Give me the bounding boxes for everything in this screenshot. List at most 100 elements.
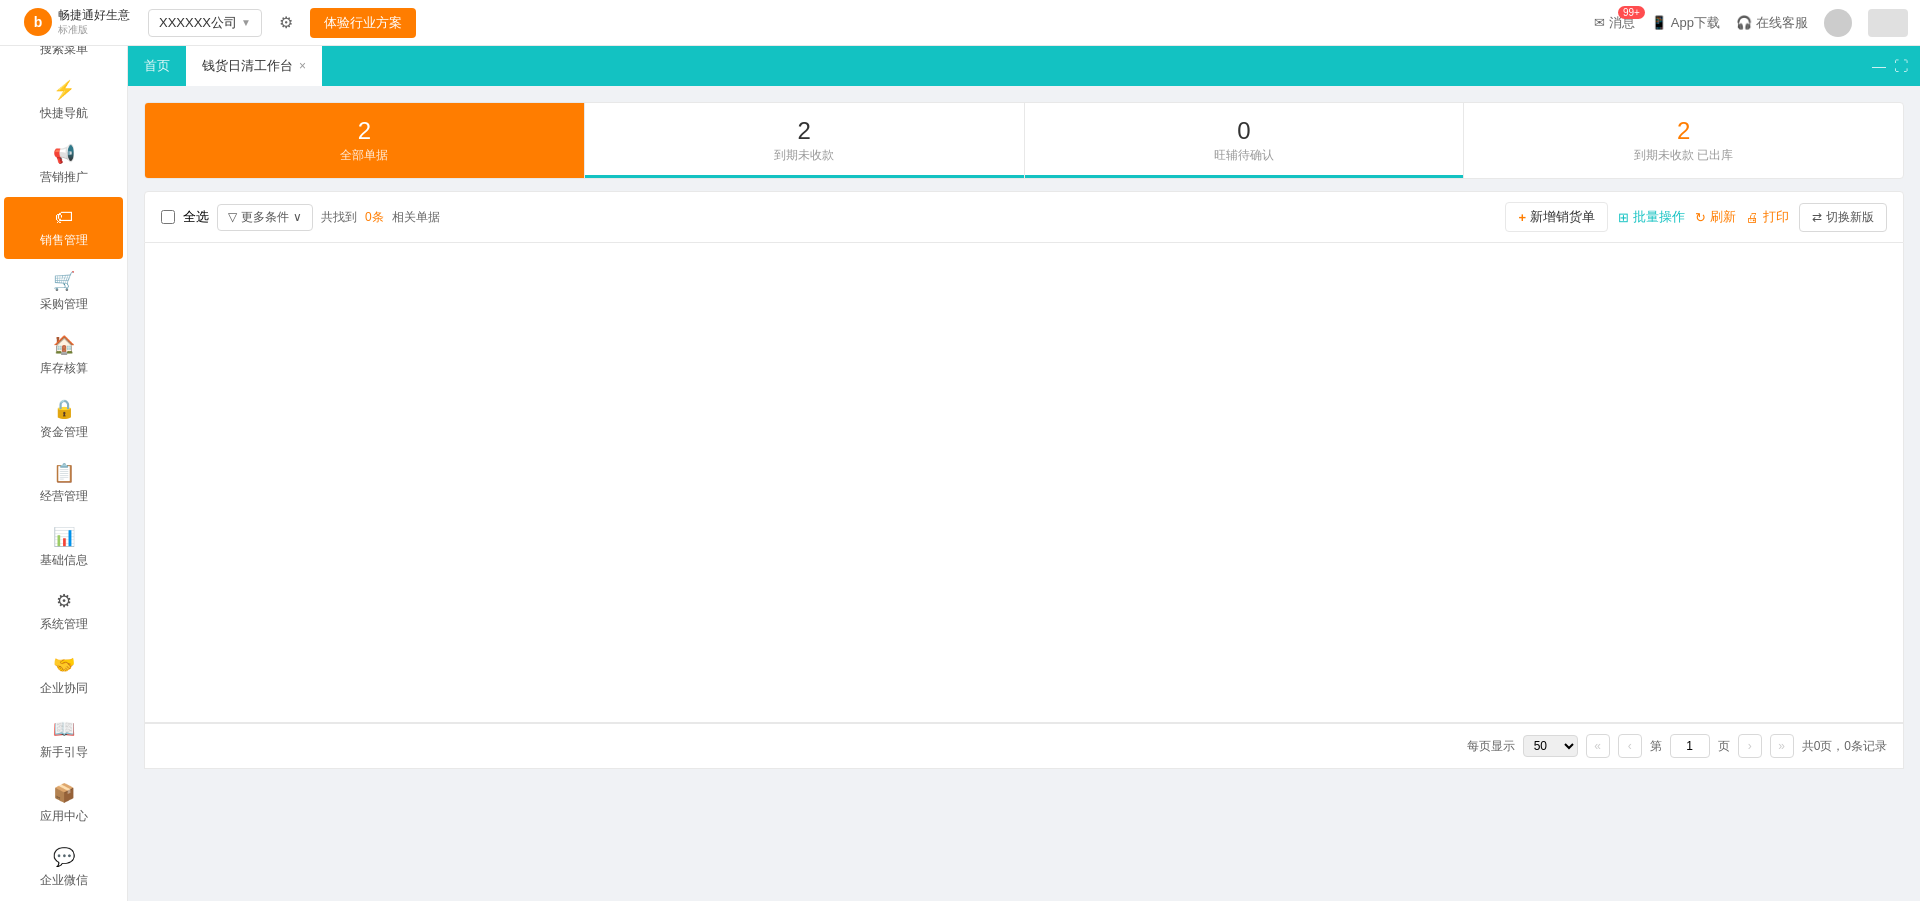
sidebar-item-marketing[interactable]: 📢 营销推广 xyxy=(4,133,123,196)
maximize-icon[interactable]: ⛶ xyxy=(1894,58,1908,74)
cart-icon: 🛒 xyxy=(53,270,75,292)
sidebar-item-wechat[interactable]: 💬 企业微信 xyxy=(4,836,123,899)
sidebar-item-basic-info[interactable]: 📊 基础信息 xyxy=(4,516,123,579)
app-download-btn[interactable]: 📱 App下载 xyxy=(1651,14,1720,32)
sidebar-item-operations[interactable]: 📋 经营管理 xyxy=(4,452,123,515)
stat-wangfu[interactable]: 0 旺辅待确认 xyxy=(1025,103,1465,178)
download-icon: 📱 xyxy=(1651,15,1667,30)
last-page-button[interactable]: » xyxy=(1770,734,1794,758)
sidebar-item-funds-label: 资金管理 xyxy=(40,424,88,441)
sidebar-item-app-center[interactable]: 📦 应用中心 xyxy=(4,772,123,835)
app-name: 畅捷通好生意 xyxy=(58,8,130,22)
top-header: b 畅捷通好生意 标准版 XXXXXX公司 ▼ ⚙ 体验行业方案 ✉ 消息 99… xyxy=(0,0,1920,46)
select-all-label: 全选 xyxy=(183,208,209,226)
stat-shipped[interactable]: 2 到期未收款 已出库 xyxy=(1464,103,1903,178)
sidebar-item-quick-nav-label: 快捷导航 xyxy=(40,105,88,122)
message-icon: ✉ xyxy=(1594,15,1605,30)
table-area xyxy=(144,243,1904,723)
plus-icon: + xyxy=(1518,210,1526,225)
sidebar-item-app-center-label: 应用中心 xyxy=(40,808,88,825)
sidebar-item-sales[interactable]: 🏷 销售管理 xyxy=(4,197,123,259)
house-icon: 🏠 xyxy=(53,334,75,356)
select-all-checkbox[interactable] xyxy=(161,210,175,224)
stat-shipped-label: 到期未收款 已出库 xyxy=(1484,147,1883,164)
stat-wangfu-count: 0 xyxy=(1045,117,1444,145)
stat-shipped-count: 2 xyxy=(1484,117,1883,145)
print-icon: 🖨 xyxy=(1746,210,1759,225)
trial-button[interactable]: 体验行业方案 xyxy=(310,8,416,38)
found-suffix: 相关单据 xyxy=(392,209,440,226)
sidebar-item-purchase[interactable]: 🛒 采购管理 xyxy=(4,260,123,323)
tab-home[interactable]: 首页 xyxy=(128,46,186,86)
sidebar-item-cooperation-label: 企业协同 xyxy=(40,680,88,697)
tab-window-controls: — ⛶ xyxy=(1872,58,1920,74)
tab-workbench-label: 钱货日清工作台 xyxy=(202,57,293,75)
toolbar-right: + 新增销货单 ⊞ 批量操作 ↻ 刷新 🖨 打印 ⇄ 切换新版 xyxy=(1505,202,1887,232)
per-page-select[interactable]: 50 100 xyxy=(1523,735,1578,757)
page-number-input[interactable] xyxy=(1670,734,1710,758)
app-name-area: 畅捷通好生意 标准版 xyxy=(58,8,130,36)
close-tab-icon[interactable]: × xyxy=(299,59,306,73)
sidebar-item-purchase-label: 采购管理 xyxy=(40,296,88,313)
sidebar-item-cooperation[interactable]: 🤝 企业协同 xyxy=(4,644,123,707)
found-count: 0条 xyxy=(365,209,384,226)
service-icon: 🎧 xyxy=(1736,15,1752,30)
next-page-button[interactable]: › xyxy=(1738,734,1762,758)
filter-icon: ▽ xyxy=(228,210,237,224)
online-service-btn[interactable]: 🎧 在线客服 xyxy=(1736,14,1808,32)
stat-all[interactable]: 2 全部单据 xyxy=(145,103,585,178)
switch-icon: ⇄ xyxy=(1812,210,1822,224)
refresh-label: 刷新 xyxy=(1710,208,1736,226)
new-sale-button[interactable]: + 新增销货单 xyxy=(1505,202,1608,232)
sidebar-item-system-label: 系统管理 xyxy=(40,616,88,633)
sidebar-item-quick-nav[interactable]: ⚡ 快捷导航 xyxy=(4,69,123,132)
switch-version-button[interactable]: ⇄ 切换新版 xyxy=(1799,203,1887,232)
sidebar-item-inventory-label: 库存核算 xyxy=(40,360,88,377)
filter-label: 更多条件 xyxy=(241,209,289,226)
print-button[interactable]: 🖨 打印 xyxy=(1746,208,1789,226)
sidebar-item-guide[interactable]: 📖 新手引导 xyxy=(4,708,123,771)
package-icon: 📦 xyxy=(53,782,75,804)
minimize-icon[interactable]: — xyxy=(1872,58,1886,74)
user-menu[interactable] xyxy=(1868,9,1908,37)
chevron-down-icon: ▼ xyxy=(241,17,251,28)
gear-icon: ⚙ xyxy=(279,13,293,32)
refresh-button[interactable]: ↻ 刷新 xyxy=(1695,208,1736,226)
sidebar-nav: ☰ 搜索菜单 ⚡ 快捷导航 📢 营销推广 🏷 销售管理 🛒 采购管理 🏠 库存核… xyxy=(0,0,127,901)
sidebar-item-inventory[interactable]: 🏠 库存核算 xyxy=(4,324,123,387)
first-page-button[interactable]: « xyxy=(1586,734,1610,758)
pagination-bar: 每页显示 50 100 « ‹ 第 页 › » 共0页，0条记录 xyxy=(144,723,1904,769)
table-icon: 📊 xyxy=(53,526,75,548)
page-suffix: 页 xyxy=(1718,738,1730,755)
stat-overdue-count: 2 xyxy=(605,117,1004,145)
print-label: 打印 xyxy=(1763,208,1789,226)
lightning-icon: ⚡ xyxy=(53,79,75,101)
stats-bar: 2 全部单据 2 到期未收款 0 旺辅待确认 2 到期未收款 已出库 xyxy=(144,102,1904,179)
settings-button[interactable]: ⚙ xyxy=(270,7,302,39)
toolbar: 全选 ▽ 更多条件 ∨ 共找到 0条 相关单据 + 新增销货单 ⊞ 批量操作 ↻… xyxy=(144,191,1904,243)
stat-all-count: 2 xyxy=(165,117,564,145)
company-selector[interactable]: XXXXXX公司 ▼ xyxy=(148,9,262,37)
sidebar-item-basic-info-label: 基础信息 xyxy=(40,552,88,569)
megaphone-icon: 📢 xyxy=(53,143,75,165)
sidebar-item-system[interactable]: ⚙ 系统管理 xyxy=(4,580,123,643)
stat-overdue[interactable]: 2 到期未收款 xyxy=(585,103,1025,178)
total-records: 共0页，0条记录 xyxy=(1802,738,1887,755)
stat-wangfu-label: 旺辅待确认 xyxy=(1045,147,1444,164)
refresh-icon: ↻ xyxy=(1695,210,1706,225)
filter-button[interactable]: ▽ 更多条件 ∨ xyxy=(217,204,313,231)
sidebar-item-sales-label: 销售管理 xyxy=(40,232,88,249)
stat-overdue-label: 到期未收款 xyxy=(605,147,1004,164)
switch-label: 切换新版 xyxy=(1826,209,1874,226)
book-icon: 📖 xyxy=(53,718,75,740)
avatar[interactable] xyxy=(1824,9,1852,37)
prev-page-button[interactable]: ‹ xyxy=(1618,734,1642,758)
app-logo: b xyxy=(24,8,52,36)
page-label: 第 xyxy=(1650,738,1662,755)
main-content: 2 全部单据 2 到期未收款 0 旺辅待确认 2 到期未收款 已出库 全选 ▽ … xyxy=(128,86,1920,901)
message-btn[interactable]: ✉ 消息 99+ xyxy=(1594,14,1635,32)
sidebar-item-funds[interactable]: 🔒 资金管理 xyxy=(4,388,123,451)
company-name: XXXXXX公司 xyxy=(159,14,237,32)
tab-workbench[interactable]: 钱货日清工作台 × xyxy=(186,46,322,86)
batch-operation-button[interactable]: ⊞ 批量操作 xyxy=(1618,208,1685,226)
